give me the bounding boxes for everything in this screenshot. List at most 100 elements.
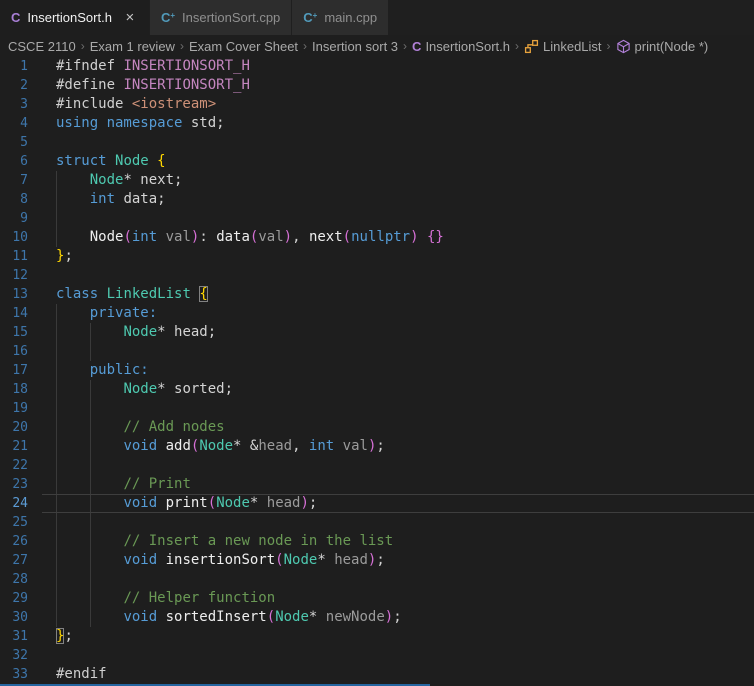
code-line-5[interactable]: 5: [0, 133, 754, 152]
code-line-15[interactable]: 15 Node* head;: [0, 323, 754, 342]
line-number[interactable]: 33: [0, 665, 28, 684]
line-number[interactable]: 31: [0, 627, 28, 646]
code-line-29[interactable]: 29 // Helper function: [0, 589, 754, 608]
breadcrumb-icon-wrap: C: [412, 39, 421, 54]
line-number[interactable]: 29: [0, 589, 28, 608]
code-line-19[interactable]: 19: [0, 399, 754, 418]
code-text: };: [56, 627, 73, 646]
code-line-32[interactable]: 32: [0, 646, 754, 665]
code-line-27[interactable]: 27 void insertionSort(Node* head);: [0, 551, 754, 570]
line-number[interactable]: 32: [0, 646, 28, 665]
code-line-14[interactable]: 14 private:: [0, 304, 754, 323]
line-number[interactable]: 6: [0, 152, 28, 171]
code-line-3[interactable]: 3 #include <iostream>: [0, 95, 754, 114]
code-line-31[interactable]: 31};: [0, 627, 754, 646]
code-line-9[interactable]: 9: [0, 209, 754, 228]
code-line-30[interactable]: 30 void sortedInsert(Node* newNode);: [0, 608, 754, 627]
code-line-33[interactable]: 33 #endif: [0, 665, 754, 684]
line-number[interactable]: 8: [0, 190, 28, 209]
breadcrumb-item-insertionsort-h[interactable]: C InsertionSort.h: [412, 39, 510, 54]
tab-label: main.cpp: [324, 10, 378, 25]
code-line-4[interactable]: 4 using namespace std;: [0, 114, 754, 133]
breadcrumb-item-exam-1-review[interactable]: Exam 1 review: [90, 39, 175, 54]
token: ;: [376, 438, 385, 454]
breadcrumb-item-insertion-sort-3[interactable]: Insertion sort 3: [312, 39, 398, 54]
line-number[interactable]: 9: [0, 209, 28, 228]
line-number[interactable]: 24: [0, 494, 28, 513]
line-number[interactable]: 20: [0, 418, 28, 437]
tab-insertionsort-h[interactable]: C InsertionSort.h ×: [0, 0, 149, 35]
token: {}: [427, 229, 444, 245]
breadcrumb-label: CSCE 2110: [8, 38, 76, 54]
token: {: [199, 286, 208, 302]
code-line-8[interactable]: 8 int data;: [0, 190, 754, 209]
code-line-11[interactable]: 11};: [0, 247, 754, 266]
breadcrumb-item-exam-cover-sheet[interactable]: Exam Cover Sheet: [189, 39, 298, 54]
code-editor[interactable]: 1 #ifndef INSERTIONSORT_H 2 #define INSERTI…: [0, 57, 754, 684]
line-number[interactable]: 30: [0, 608, 28, 627]
line-number[interactable]: 15: [0, 323, 28, 342]
tab-main-cpp[interactable]: C+ main.cpp: [292, 0, 389, 35]
tab-bar: C InsertionSort.h × C+ InsertionSort.cpp C+ ma…: [0, 0, 754, 35]
line-number[interactable]: 23: [0, 475, 28, 494]
line-number[interactable]: 12: [0, 266, 28, 285]
code-line-7[interactable]: 7 Node* next;: [0, 171, 754, 190]
code-line-1[interactable]: 1 #ifndef INSERTIONSORT_H: [0, 57, 754, 76]
line-number[interactable]: 22: [0, 456, 28, 475]
code-line-24[interactable]: 24 void print(Node* head);: [0, 494, 754, 513]
tab-label: InsertionSort.h: [27, 10, 112, 25]
code-line-2[interactable]: 2 #define INSERTIONSORT_H: [0, 76, 754, 95]
line-number[interactable]: 26: [0, 532, 28, 551]
token: add: [165, 438, 191, 454]
line-number[interactable]: 28: [0, 570, 28, 589]
code-line-28[interactable]: 28: [0, 570, 754, 589]
code-line-17[interactable]: 17 public:: [0, 361, 754, 380]
code-line-25[interactable]: 25: [0, 513, 754, 532]
line-number[interactable]: 3: [0, 95, 28, 114]
line-number[interactable]: 2: [0, 76, 28, 95]
line-number[interactable]: 14: [0, 304, 28, 323]
token: (: [123, 229, 132, 245]
line-number[interactable]: 13: [0, 285, 28, 304]
code-line-22[interactable]: 22: [0, 456, 754, 475]
line-number[interactable]: 27: [0, 551, 28, 570]
line-number[interactable]: 21: [0, 437, 28, 456]
token: Node: [123, 324, 158, 340]
close-icon[interactable]: ×: [122, 10, 138, 25]
indent-guide: [56, 570, 57, 589]
line-number[interactable]: 18: [0, 380, 28, 399]
breadcrumb-item-linkedlist[interactable]: LinkedList: [524, 39, 602, 54]
code-line-12[interactable]: 12: [0, 266, 754, 285]
line-number[interactable]: 11: [0, 247, 28, 266]
line-number[interactable]: 17: [0, 361, 28, 380]
indent-guide: [56, 209, 57, 228]
token: #ifndef: [56, 58, 124, 74]
code-line-21[interactable]: 21 void add(Node* &head, int val);: [0, 437, 754, 456]
code-line-6[interactable]: 6 struct Node {: [0, 152, 754, 171]
breadcrumb-item-csce-2110[interactable]: CSCE 2110: [8, 39, 76, 54]
line-number[interactable]: 25: [0, 513, 28, 532]
code-line-18[interactable]: 18 Node* sorted;: [0, 380, 754, 399]
code-line-13[interactable]: 13 class LinkedList {: [0, 285, 754, 304]
breadcrumb-item-print-node-[interactable]: print(Node *): [616, 39, 708, 54]
line-number[interactable]: 16: [0, 342, 28, 361]
token: Node: [199, 438, 234, 454]
token: :: [199, 229, 217, 245]
code-line-16[interactable]: 16: [0, 342, 754, 361]
code-line-20[interactable]: 20 // Add nodes: [0, 418, 754, 437]
code-line-26[interactable]: 26 // Insert a new node in the list: [0, 532, 754, 551]
line-number[interactable]: 19: [0, 399, 28, 418]
line-number[interactable]: 1: [0, 57, 28, 76]
line-number[interactable]: 5: [0, 133, 28, 152]
token: *: [249, 495, 267, 511]
token: Node: [89, 172, 124, 188]
line-number[interactable]: 10: [0, 228, 28, 247]
code-line-10[interactable]: 10 Node(int val): data(val), next(nullpt…: [0, 228, 754, 247]
line-number[interactable]: 7: [0, 171, 28, 190]
code-text: };: [56, 247, 73, 266]
token: ;: [393, 609, 402, 625]
tab-insertionsort-cpp[interactable]: C+ InsertionSort.cpp: [149, 0, 292, 35]
token: nullptr: [351, 229, 411, 245]
code-line-23[interactable]: 23 // Print: [0, 475, 754, 494]
line-number[interactable]: 4: [0, 114, 28, 133]
